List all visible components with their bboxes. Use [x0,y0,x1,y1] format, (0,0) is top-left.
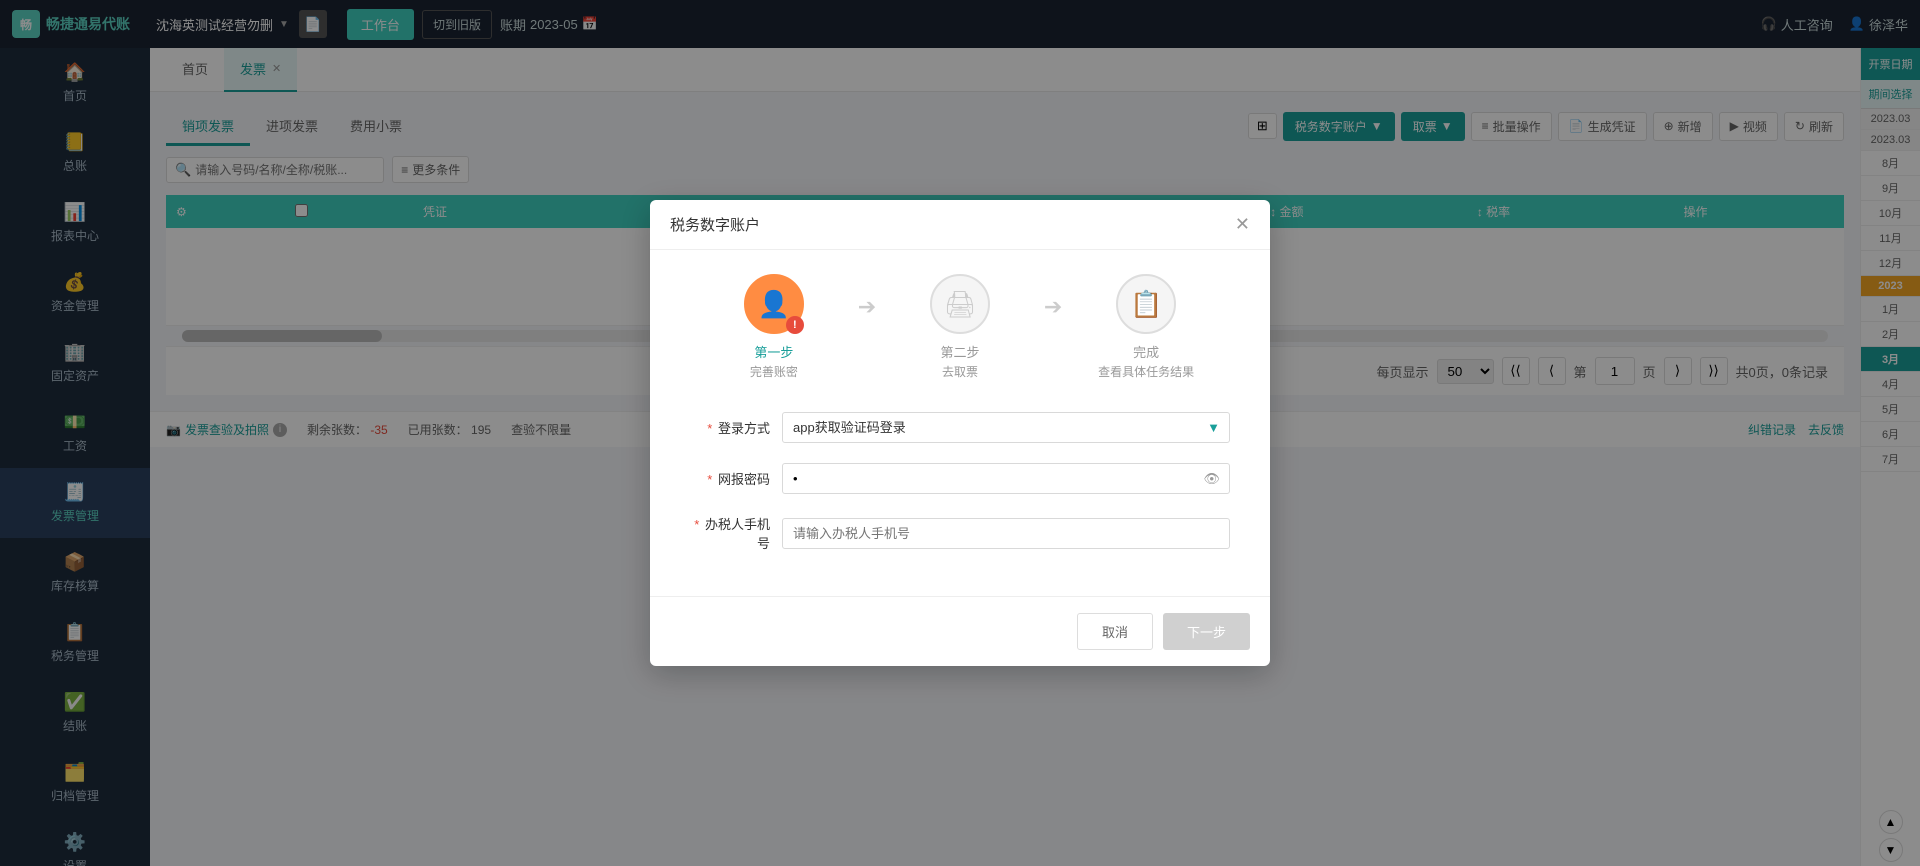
taxpayer-phone-input[interactable] [782,518,1230,549]
step-1-label: 第一步 [754,342,793,361]
arrow-1-2: ➔ [858,274,876,320]
cancel-button[interactable]: 取消 [1077,613,1153,650]
tax-digital-modal: 税务数字账户 ✕ 👤 ! 第一步 完善账密 ➔ [650,200,1270,666]
modal-close-button[interactable]: ✕ [1235,214,1250,235]
step-1-person-icon: 👤 [758,289,790,320]
required-mark-3: * [694,517,699,532]
taxpayer-phone-row: * 办税人手机号 [690,514,1230,552]
login-method-select[interactable]: app获取验证码登录 密码登录 [782,412,1230,443]
steps-container: 👤 ! 第一步 完善账密 ➔ 🖨 第二步 去取票 ➔ [690,274,1230,380]
next-button[interactable]: 下一步 [1163,613,1250,650]
modal-footer: 取消 下一步 [650,596,1270,666]
password-input[interactable] [782,463,1230,494]
step-1-sublabel: 完善账密 [750,363,798,380]
required-mark-2: * [707,472,712,487]
login-method-row: * 登录方式 app获取验证码登录 密码登录 ▼ [690,412,1230,443]
login-method-label: * 登录方式 [690,418,770,437]
step-3-icon: 📋 [1116,274,1176,334]
password-wrapper: 👁 [782,463,1230,494]
step-3: 📋 完成 查看具体任务结果 [1062,274,1230,380]
password-row: * 网报密码 👁 [690,463,1230,494]
taxpayer-phone-label: * 办税人手机号 [690,514,770,552]
step-1: 👤 ! 第一步 完善账密 [690,274,858,380]
modal-overlay: 税务数字账户 ✕ 👤 ! 第一步 完善账密 ➔ [0,0,1920,866]
step-2-sublabel: 去取票 [942,363,978,380]
modal-header: 税务数字账户 ✕ [650,200,1270,250]
eye-icon[interactable]: 👁 [1203,471,1220,487]
password-label: * 网报密码 [690,469,770,488]
step-2-icon: 🖨 [930,274,990,334]
step-2-printer-icon: 🖨 [943,289,976,320]
step-1-icon: 👤 ! [744,274,804,334]
step-2-label: 第二步 [940,342,979,361]
step-3-clipboard-icon: 📋 [1130,289,1162,320]
modal-body: 👤 ! 第一步 完善账密 ➔ 🖨 第二步 去取票 ➔ [650,250,1270,596]
required-mark: * [707,421,712,436]
step-3-sublabel: 查看具体任务结果 [1098,363,1194,380]
login-method-select-wrapper: app获取验证码登录 密码登录 ▼ [782,412,1230,443]
arrow-2-3: ➔ [1044,274,1062,320]
step-1-error-badge: ! [786,316,804,334]
modal-title: 税务数字账户 [670,214,760,235]
step-3-label: 完成 [1133,342,1159,361]
step-2: 🖨 第二步 去取票 [876,274,1044,380]
